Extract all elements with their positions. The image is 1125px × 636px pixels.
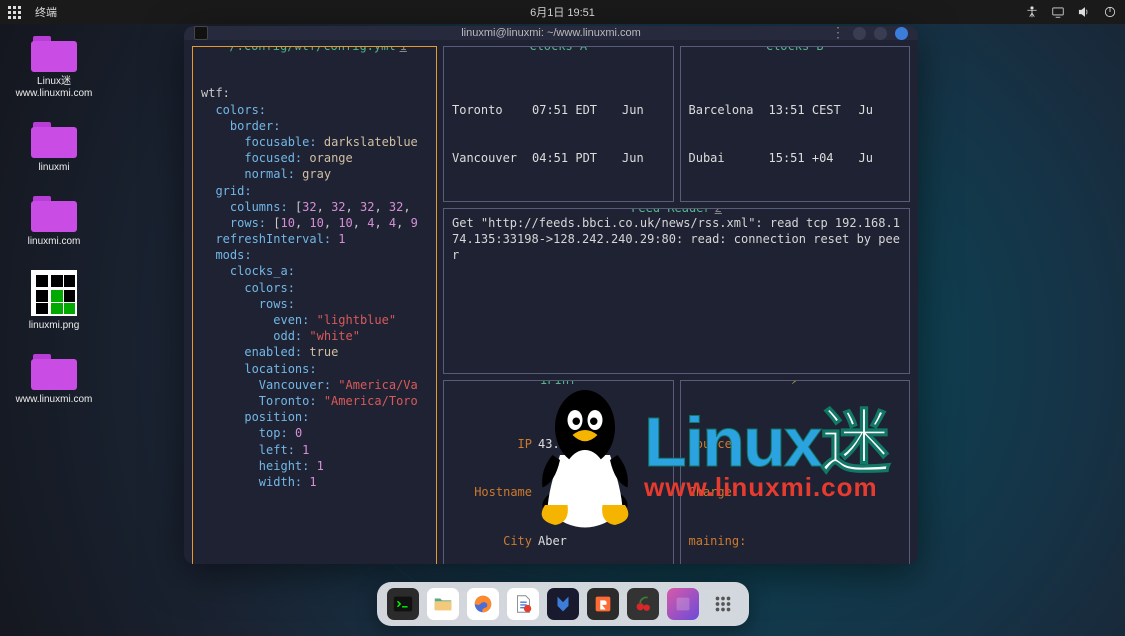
folder-icon [31,122,77,158]
clock-row: Paris13:51 CESTJu [689,199,902,202]
desktop-file-qr[interactable]: linuxmi.png [14,270,94,332]
pane-config[interactable]: ~/.config/wtf/config.yml1 wtf: colors: b… [192,46,437,564]
accessibility-icon[interactable] [1025,5,1039,19]
pane-title: ⚡ [785,380,804,388]
power-icon[interactable] [1103,5,1117,19]
pane-feed-reader[interactable]: Feed Reader2 Get "http://feeds.bbci.co.u… [443,208,910,374]
desktop-icons: Linux迷 www.linuxmi.com linuxmi linuxmi.c… [14,36,94,406]
close-button[interactable] [895,27,908,40]
volume-icon[interactable] [1077,5,1091,19]
terminal-app-icon [194,26,208,40]
dock-firefox[interactable] [467,588,499,620]
pane-power[interactable]: ⚡ Source Charge maining: State: [680,380,911,564]
folder-icon [31,36,77,72]
pane-title: Feed Reader2 [625,208,728,216]
desktop-folder[interactable]: linuxmi [14,122,94,174]
terminal-window[interactable]: linuxmi@linuxmi: ~/www.linuxmi.com ⋮ ~/.… [184,26,918,564]
terminal-body[interactable]: ~/.config/wtf/config.yml1 wtf: colors: b… [184,40,918,564]
pane-title: Clocks A [523,46,593,54]
window-title: linuxmi@linuxmi: ~/www.linuxmi.com [461,27,641,39]
pane-clocks-a[interactable]: Clocks A Toronto07:51 EDTJun Vancouver04… [443,46,674,202]
qr-icon [31,270,77,316]
dock-show-apps[interactable] [707,588,739,620]
folder-icon [31,354,77,390]
pane-ipinfo[interactable]: IPInf IP43.249 Hostname CityAber RegionS… [443,380,674,564]
pane-title: ~/.config/wtf/config.yml1 [216,46,413,54]
clock-row: Toronto07:51 EDTJun [452,102,665,118]
top-panel: 终端 6月1日 19:51 [0,0,1125,24]
dock-cherrytree[interactable] [627,588,659,620]
dock-terminal[interactable] [387,588,419,620]
dock-burpsuite[interactable] [587,588,619,620]
bolt-icon: ⚡ [791,380,798,387]
pane-title: IPInf [534,380,582,388]
dock-metasploit[interactable] [547,588,579,620]
desktop-folder[interactable]: linuxmi.com [14,196,94,248]
folder-icon [31,196,77,232]
pane-title: Clocks B [760,46,830,54]
dock[interactable] [377,582,749,626]
desktop-folder[interactable]: www.linuxmi.com [14,354,94,406]
dock-text-editor[interactable] [507,588,539,620]
menu-icon[interactable]: ⋮ [831,27,845,40]
minimize-button[interactable] [853,27,866,40]
display-icon[interactable] [1051,5,1065,19]
active-app-title[interactable]: 终端 [35,4,57,20]
activities-icon[interactable] [8,6,21,19]
feed-error-text: Get "http://feeds.bbci.co.uk/news/rss.xm… [452,215,901,264]
clock-row: Barcelona13:51 CESTJu [689,102,902,118]
clock-row: Vancouver04:51 PDTJun [452,150,665,166]
pane-clocks-b[interactable]: Clocks B Barcelona13:51 CESTJu Dubai15:5… [680,46,911,202]
panel-clock[interactable]: 6月1日 19:51 [530,4,595,20]
maximize-button[interactable] [874,27,887,40]
dock-files[interactable] [427,588,459,620]
desktop-folder[interactable]: Linux迷 www.linuxmi.com [14,36,94,100]
dock-app-purple[interactable] [667,588,699,620]
titlebar[interactable]: linuxmi@linuxmi: ~/www.linuxmi.com ⋮ [184,26,918,40]
clock-row: Dubai15:51 +04Ju [689,150,902,166]
